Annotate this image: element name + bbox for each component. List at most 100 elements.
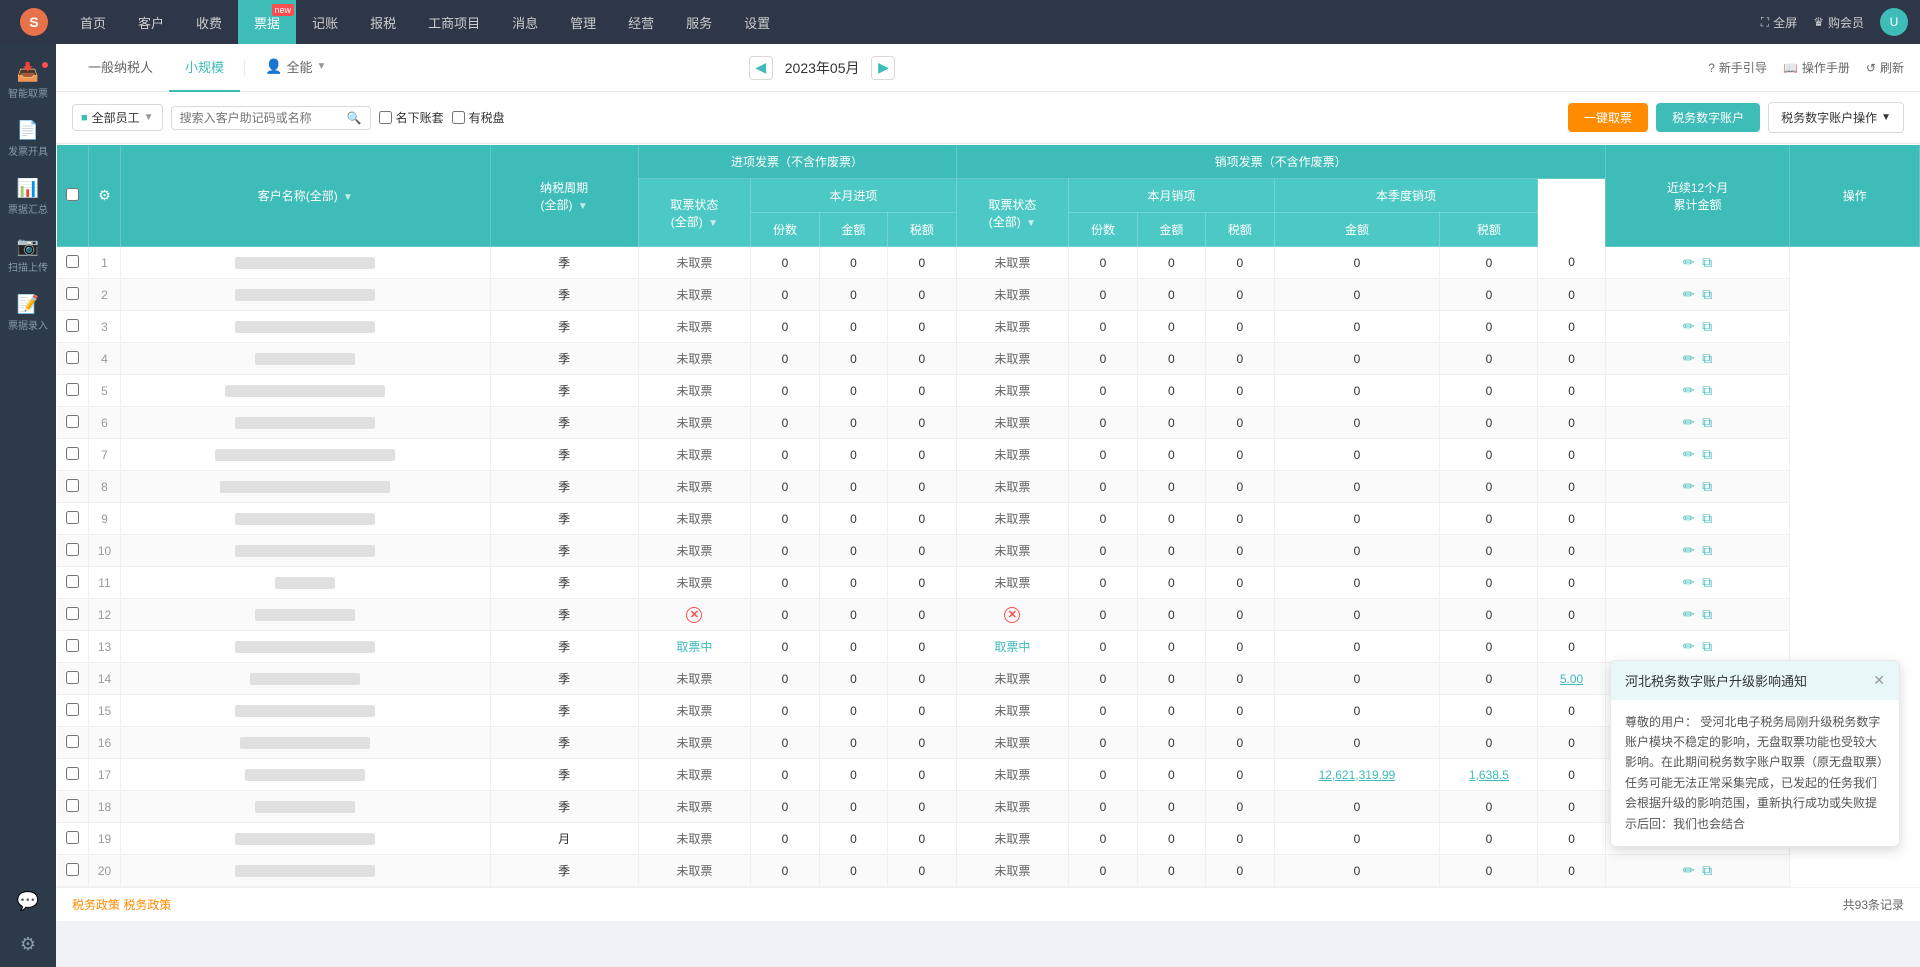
copy-icon[interactable]: ⧉ [1702,382,1712,398]
tax-digital-account-button[interactable]: 税务数字账户 [1656,103,1760,132]
nav-message[interactable]: 消息 [496,0,554,44]
edit-icon[interactable]: ✏ [1683,638,1695,654]
sidebar-item-issue[interactable]: 📄 发票开具 [0,110,56,168]
fullscreen-button[interactable]: ⛶ 全屏 [1761,14,1797,31]
edit-icon[interactable]: ✏ [1683,606,1695,622]
sidebar-item-smart-ticket[interactable]: 📥 智能取票 [0,52,56,110]
row-checkbox[interactable] [66,351,79,364]
taxdisk-checkbox[interactable]: 有税盘 [452,109,505,126]
sidebar-item-entry[interactable]: 📝 票据录入 [0,284,56,342]
nav-tax[interactable]: 报税 [354,0,412,44]
edit-icon[interactable]: ✏ [1683,478,1695,494]
copy-icon[interactable]: ⧉ [1702,638,1712,654]
taxdisk-check[interactable] [452,111,465,124]
nav-service[interactable]: 服务 [670,0,728,44]
edit-icon[interactable]: ✏ [1683,510,1695,526]
nav-manage[interactable]: 管理 [554,0,612,44]
tab-general-taxpayer[interactable]: 一般纳税人 [72,44,169,92]
nav-fee[interactable]: 收费 [180,0,238,44]
copy-icon[interactable]: ⧉ [1702,446,1712,462]
tax-cycle-header[interactable]: 纳税周期(全部) ▼ [490,145,638,247]
sidebar-item-scan[interactable]: 📷 扫描上传 [0,226,56,284]
edit-icon[interactable]: ✏ [1683,382,1695,398]
credit-amount[interactable]: 12,621,319.99 [1319,768,1396,782]
next-period-button[interactable]: ▶ [871,56,895,80]
row-checkbox[interactable] [66,607,79,620]
row-checkbox[interactable] [66,543,79,556]
row-checkbox[interactable] [66,863,79,876]
edit-icon[interactable]: ✏ [1683,446,1695,462]
settings-header[interactable]: ⚙ [89,145,121,247]
column-settings-icon[interactable]: ⚙ [98,187,111,203]
user-avatar[interactable]: U [1880,8,1908,36]
row-checkbox[interactable] [66,575,79,588]
nav-business[interactable]: 工商项目 [412,0,496,44]
tab-all[interactable]: 👤 全能 ▼ [249,44,342,92]
sidebar-item-summary[interactable]: 📊 票据汇总 [0,168,56,226]
row-checkbox[interactable] [66,479,79,492]
employee-select[interactable]: ■ 全部员工 ▼ [72,104,163,131]
edit-icon[interactable]: ✏ [1683,414,1695,430]
nav-customer[interactable]: 客户 [122,0,180,44]
row-checkbox[interactable] [66,703,79,716]
sidebar-item-chat[interactable]: 💬 [17,881,39,924]
select-all-checkbox[interactable] [66,188,79,201]
tax-policy-text[interactable]: 税务政策 [123,898,171,912]
copy-icon[interactable]: ⧉ [1702,606,1712,622]
row-checkbox[interactable] [66,735,79,748]
one-click-ticket-button[interactable]: 一键取票 [1568,103,1648,132]
copy-icon[interactable]: ⧉ [1702,414,1712,430]
tab-small-scale[interactable]: 小规模 [169,44,240,92]
vip-button[interactable]: ♛ 购会员 [1813,14,1864,31]
row-checkbox[interactable] [66,383,79,396]
tax-digital-account-ops-button[interactable]: 税务数字账户操作 ▼ [1768,102,1904,133]
copy-icon[interactable]: ⧉ [1702,318,1712,334]
nav-accounting[interactable]: 记账 [296,0,354,44]
manual-button[interactable]: 📖 操作手册 [1783,59,1850,76]
nav-ticket[interactable]: 票据 new [238,0,296,44]
copy-icon[interactable]: ⧉ [1702,478,1712,494]
nav-settings[interactable]: 设置 [728,0,786,44]
row-checkbox[interactable] [66,319,79,332]
edit-icon[interactable]: ✏ [1683,350,1695,366]
copy-icon[interactable]: ⧉ [1702,510,1712,526]
copy-icon[interactable]: ⧉ [1702,254,1712,270]
sidebar-item-config[interactable]: ⚙ [17,924,39,967]
copy-icon[interactable]: ⧉ [1702,286,1712,302]
prev-period-button[interactable]: ◀ [749,56,773,80]
row-checkbox[interactable] [66,639,79,652]
row-checkbox[interactable] [66,255,79,268]
edit-icon[interactable]: ✏ [1683,542,1695,558]
app-logo[interactable]: S [12,0,56,44]
row-checkbox[interactable] [66,447,79,460]
edit-icon[interactable]: ✏ [1683,318,1695,334]
nav-home[interactable]: 首页 [64,0,122,44]
row-checkbox[interactable] [66,799,79,812]
guide-button[interactable]: ? 新手引导 [1708,59,1767,76]
notification-close-button[interactable]: ✕ [1873,672,1885,689]
edit-icon[interactable]: ✏ [1683,254,1695,270]
row-checkbox[interactable] [66,511,79,524]
edit-icon[interactable]: ✏ [1683,862,1695,878]
row-checkbox[interactable] [66,831,79,844]
refresh-button[interactable]: ↺ 刷新 [1866,59,1904,76]
row-checkbox[interactable] [66,415,79,428]
copy-icon[interactable]: ⧉ [1702,574,1712,590]
nav-operation[interactable]: 经营 [612,0,670,44]
copy-icon[interactable]: ⧉ [1702,862,1712,878]
subordinate-checkbox[interactable]: 名下账套 [379,109,444,126]
credit-tax[interactable]: 1,638.5 [1469,768,1509,782]
in-status-header[interactable]: 取票状态(全部) ▼ [638,179,751,247]
edit-icon[interactable]: ✏ [1683,286,1695,302]
row-checkbox[interactable] [66,287,79,300]
row-checkbox[interactable] [66,671,79,684]
edit-icon[interactable]: ✏ [1683,574,1695,590]
cumulative-value[interactable]: 5.00 [1560,672,1583,686]
out-status-header[interactable]: 取票状态(全部) ▼ [956,179,1069,247]
customer-name-header[interactable]: 客户名称(全部) ▼ [121,145,491,247]
subordinate-check[interactable] [379,111,392,124]
copy-icon[interactable]: ⧉ [1702,350,1712,366]
row-checkbox[interactable] [66,767,79,780]
copy-icon[interactable]: ⧉ [1702,542,1712,558]
tax-policy-link[interactable]: 税务政策 [72,898,120,912]
